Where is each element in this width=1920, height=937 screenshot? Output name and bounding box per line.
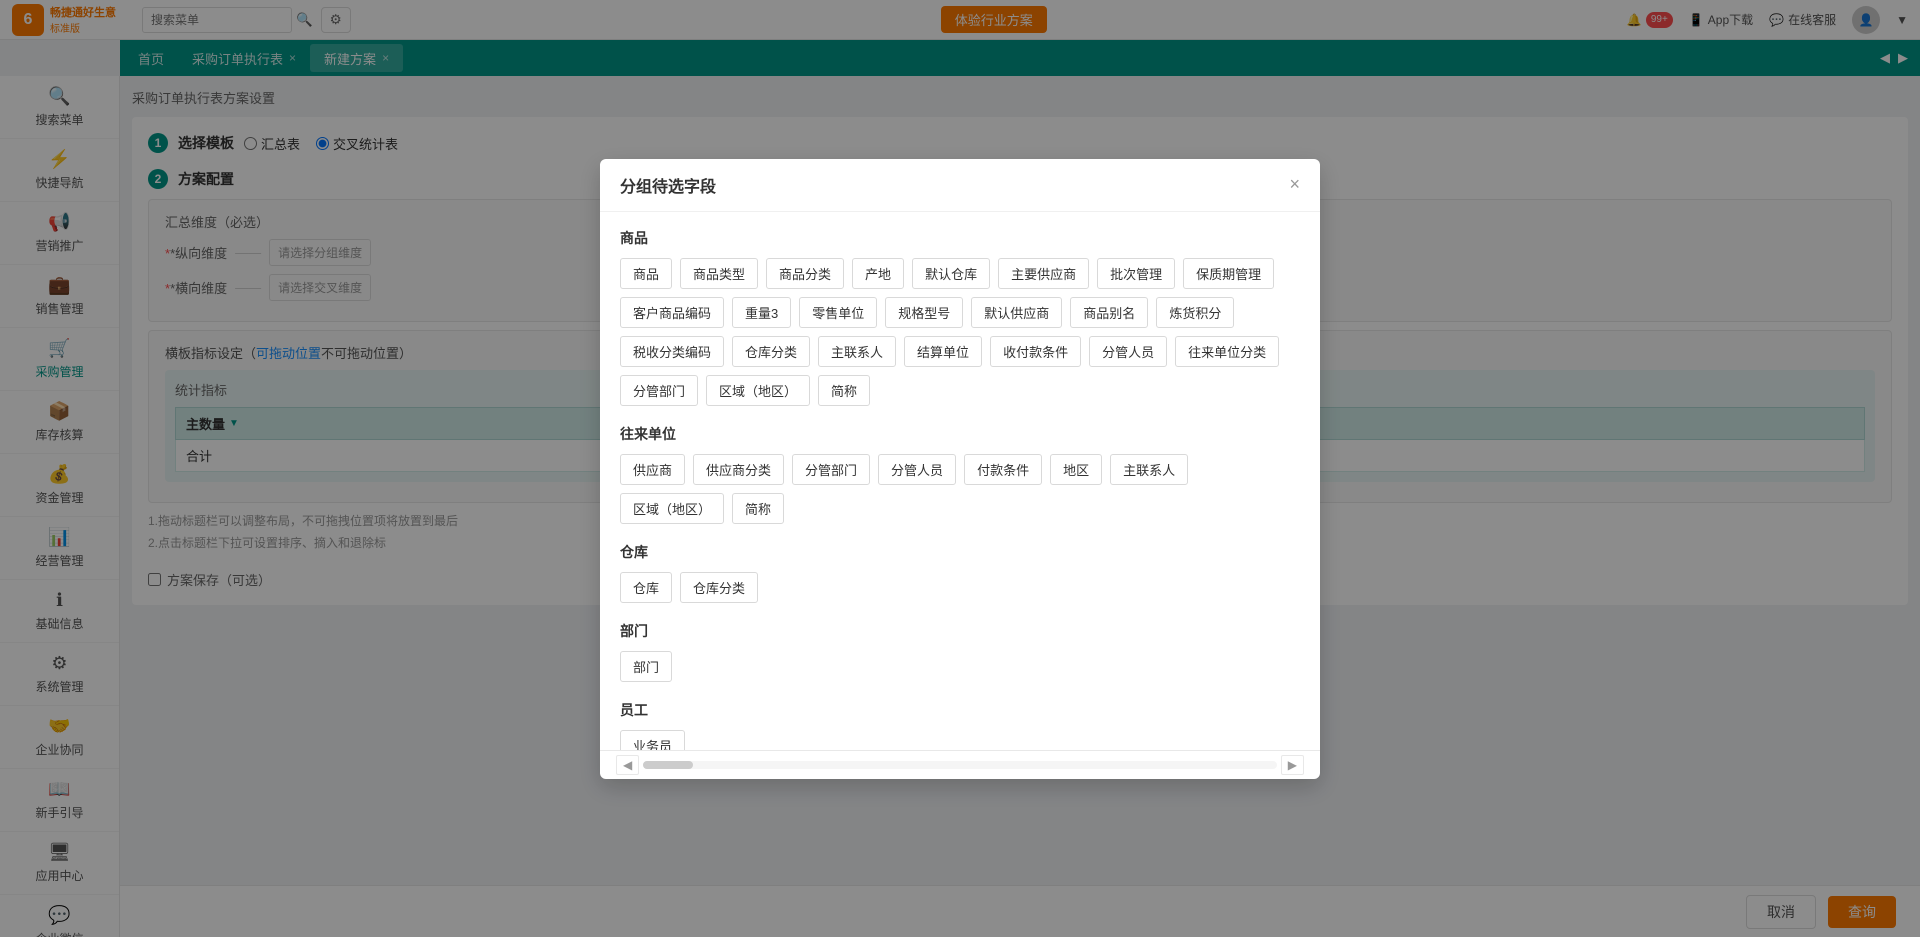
modal-dialog: 分组待选字段 × 商品 商品 商品类型 商品分类 产地 默认仓库 主要供应商 批… [600, 159, 1320, 779]
field-tag-retail-unit[interactable]: 零售单位 [799, 297, 877, 328]
field-tag-goods[interactable]: 商品 [620, 258, 672, 289]
field-tag-origin[interactable]: 产地 [852, 258, 904, 289]
category-goods-title: 商品 [620, 228, 1300, 248]
category-dept: 部门 部门 [620, 621, 1300, 682]
category-employee-tags: 业务员 [620, 730, 1300, 750]
field-tag-goods-type[interactable]: 商品类型 [680, 258, 758, 289]
modal-body: 商品 商品 商品类型 商品分类 产地 默认仓库 主要供应商 批次管理 保质期管理… [600, 212, 1320, 750]
field-tag-partner-category[interactable]: 往来单位分类 [1175, 336, 1279, 367]
category-dept-tags: 部门 [620, 651, 1300, 682]
field-tag-payment-terms[interactable]: 收付款条件 [990, 336, 1081, 367]
modal-header: 分组待选字段 × [600, 159, 1320, 212]
field-tag-supplier[interactable]: 供应商 [620, 454, 685, 485]
field-tag-partner-abbr[interactable]: 简称 [732, 493, 784, 524]
scroll-right-button[interactable]: ▶ [1281, 755, 1304, 775]
field-tag-goods-category[interactable]: 商品分类 [766, 258, 844, 289]
category-dept-title: 部门 [620, 621, 1300, 641]
field-tag-goods-dept[interactable]: 分管部门 [620, 375, 698, 406]
category-employee-title: 员工 [620, 700, 1300, 720]
field-tag-partner-contact[interactable]: 主联系人 [1110, 454, 1188, 485]
category-employee: 员工 业务员 [620, 700, 1300, 750]
field-tag-supplier-category[interactable]: 供应商分类 [693, 454, 784, 485]
field-tag-settlement-unit[interactable]: 结算单位 [904, 336, 982, 367]
modal-title: 分组待选字段 [620, 173, 716, 197]
category-warehouse-title: 仓库 [620, 542, 1300, 562]
modal-overlay[interactable]: 分组待选字段 × 商品 商品 商品类型 商品分类 产地 默认仓库 主要供应商 批… [0, 0, 1920, 937]
field-tag-default-warehouse[interactable]: 默认仓库 [912, 258, 990, 289]
field-tag-weight3[interactable]: 重量3 [732, 297, 791, 328]
field-tag-default-supplier[interactable]: 默认供应商 [971, 297, 1062, 328]
category-partner-title: 往来单位 [620, 424, 1300, 444]
field-tag-salesperson[interactable]: 业务员 [620, 730, 685, 750]
field-tag-payment-condition[interactable]: 付款条件 [964, 454, 1042, 485]
scroll-left-button[interactable]: ◀ [616, 755, 639, 775]
category-partner: 往来单位 供应商 供应商分类 分管部门 分管人员 付款条件 地区 主联系人 区域… [620, 424, 1300, 524]
field-tag-goods-region[interactable]: 区域（地区） [706, 375, 810, 406]
field-tag-warehouse-category[interactable]: 仓库分类 [732, 336, 810, 367]
field-tag-goods-alias[interactable]: 商品别名 [1070, 297, 1148, 328]
field-tag-warehouse[interactable]: 仓库 [620, 572, 672, 603]
field-tag-customer-code[interactable]: 客户商品编码 [620, 297, 724, 328]
modal-close-button[interactable]: × [1289, 174, 1300, 195]
field-tag-partner-dept[interactable]: 分管部门 [792, 454, 870, 485]
field-tag-warehouse-cat[interactable]: 仓库分类 [680, 572, 758, 603]
category-goods: 商品 商品 商品类型 商品分类 产地 默认仓库 主要供应商 批次管理 保质期管理… [620, 228, 1300, 406]
field-tag-tax-code[interactable]: 税收分类编码 [620, 336, 724, 367]
field-tag-goods-abbr[interactable]: 简称 [818, 375, 870, 406]
category-warehouse: 仓库 仓库 仓库分类 [620, 542, 1300, 603]
field-tag-batch-mgmt[interactable]: 批次管理 [1097, 258, 1175, 289]
field-tag-expiry-mgmt[interactable]: 保质期管理 [1183, 258, 1274, 289]
category-partner-tags: 供应商 供应商分类 分管部门 分管人员 付款条件 地区 主联系人 区域（地区） … [620, 454, 1300, 524]
modal-scroll-area: ◀ ▶ [600, 750, 1320, 779]
field-tag-dept[interactable]: 部门 [620, 651, 672, 682]
field-tag-partner-supervisor[interactable]: 分管人员 [878, 454, 956, 485]
category-goods-tags: 商品 商品类型 商品分类 产地 默认仓库 主要供应商 批次管理 保质期管理 客户… [620, 258, 1300, 406]
scroll-track [643, 761, 1277, 769]
field-tag-main-contact[interactable]: 主联系人 [818, 336, 896, 367]
field-tag-spec-model[interactable]: 规格型号 [885, 297, 963, 328]
field-tag-partner-region[interactable]: 区域（地区） [620, 493, 724, 524]
field-tag-refine-points[interactable]: 炼货积分 [1156, 297, 1234, 328]
field-tag-supervisor[interactable]: 分管人员 [1089, 336, 1167, 367]
category-warehouse-tags: 仓库 仓库分类 [620, 572, 1300, 603]
scroll-thumb [643, 761, 693, 769]
field-tag-main-supplier[interactable]: 主要供应商 [998, 258, 1089, 289]
field-tag-region[interactable]: 地区 [1050, 454, 1102, 485]
